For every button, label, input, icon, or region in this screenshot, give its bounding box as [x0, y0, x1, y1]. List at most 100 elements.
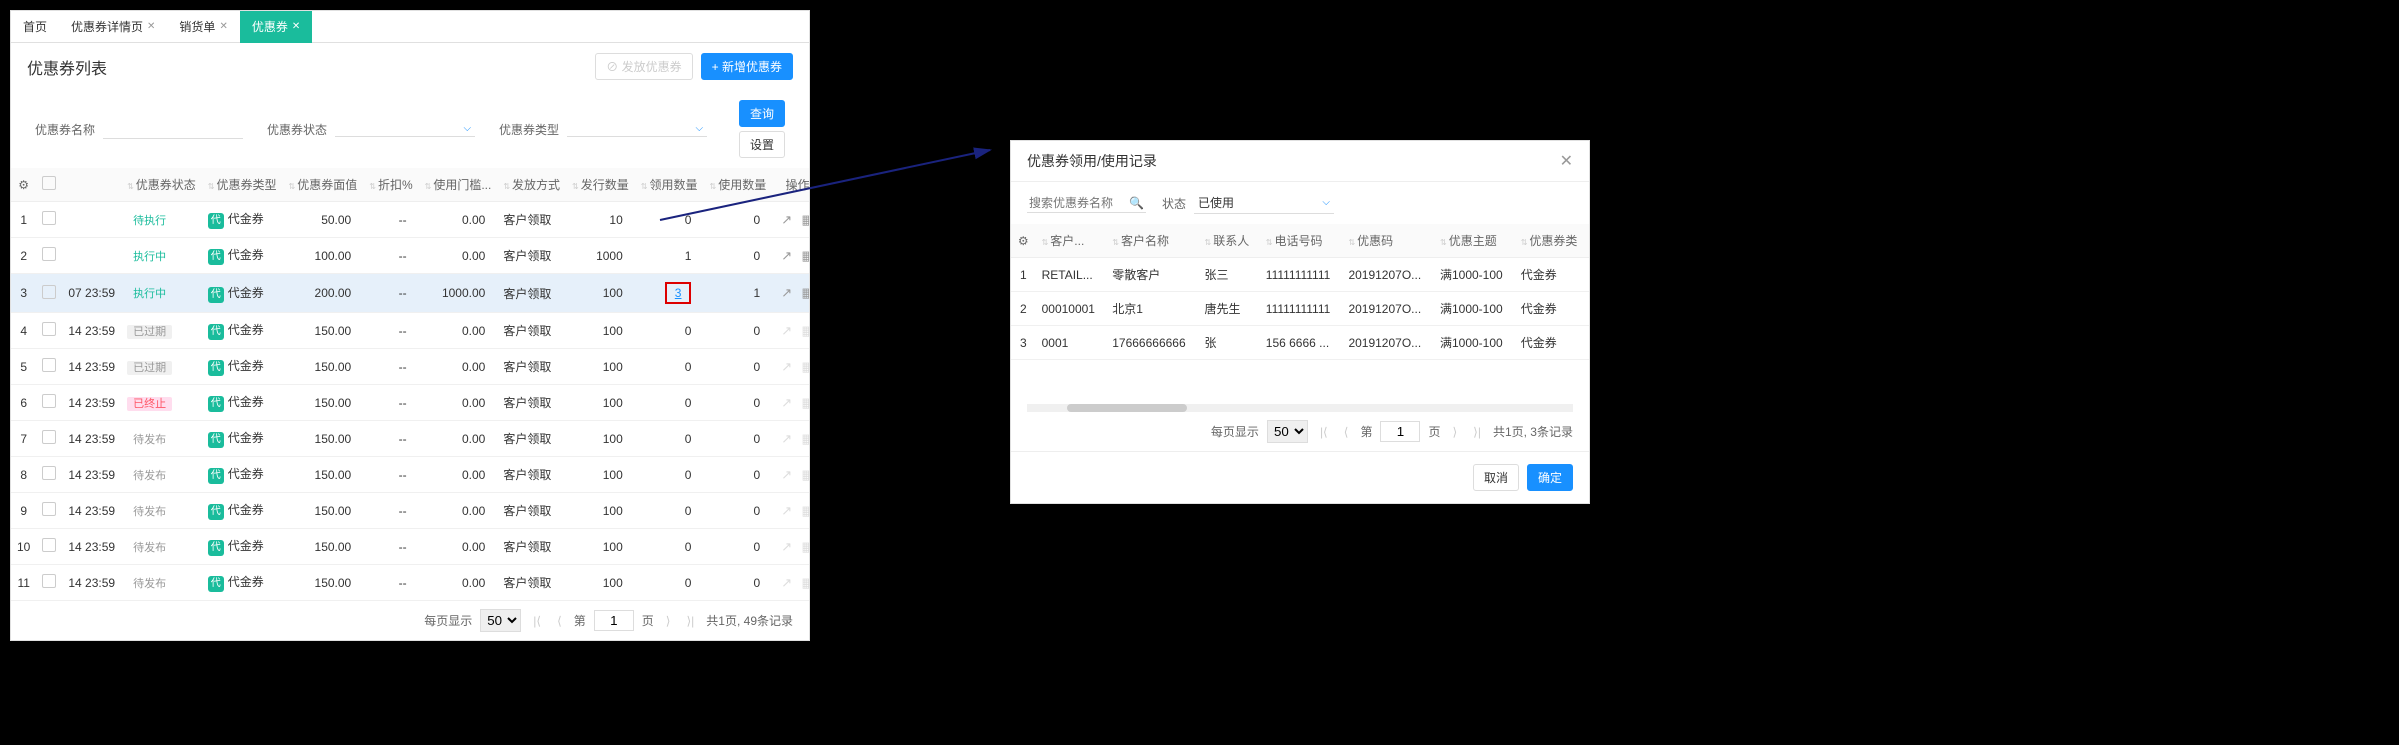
first-page-icon[interactable]: |⟨: [529, 614, 545, 628]
qr-icon[interactable]: ▦: [801, 503, 809, 518]
col-type[interactable]: ⇅优惠券类型: [202, 168, 283, 202]
page-input[interactable]: [594, 610, 634, 631]
tab[interactable]: 销货单✕: [167, 11, 239, 43]
share-icon[interactable]: ↗: [781, 212, 792, 227]
col-subject[interactable]: ⇅优惠主题: [1434, 224, 1515, 258]
qr-icon[interactable]: ▦: [801, 431, 809, 446]
table-row[interactable]: 5 14 23:59 已过期 代代金券 150.00 -- 0.00 客户领取 …: [11, 349, 809, 385]
issue-coupon-button[interactable]: ⊘ 发放优惠券: [595, 53, 692, 80]
col-method[interactable]: ⇅发放方式: [497, 168, 566, 202]
add-coupon-button[interactable]: + 新增优惠券: [701, 53, 793, 80]
table-row[interactable]: 9 14 23:59 待发布 代代金券 150.00 -- 0.00 客户领取 …: [11, 493, 809, 529]
qr-icon[interactable]: ▦: [801, 539, 809, 554]
table-row[interactable]: 3 0001 17666666666 张 156 6666 ... 201912…: [1011, 326, 1589, 360]
filter-status-select[interactable]: ⌵: [335, 121, 475, 137]
prev-page-icon[interactable]: ⟨: [1340, 425, 1353, 439]
gear-icon[interactable]: ⚙: [1011, 224, 1036, 258]
col-issued[interactable]: ⇅发行数量: [566, 168, 635, 202]
modal-status-select[interactable]: 已使用⌵: [1194, 192, 1334, 214]
filter-type-select[interactable]: ⌵: [567, 121, 707, 137]
modal-per-page-select[interactable]: 50: [1267, 420, 1308, 443]
row-checkbox: [42, 502, 56, 516]
table-row[interactable]: 6 14 23:59 已终止 代代金券 150.00 -- 0.00 客户领取 …: [11, 385, 809, 421]
last-page-icon[interactable]: ⟩|: [1469, 425, 1485, 439]
table-row[interactable]: 4 14 23:59 已过期 代代金券 150.00 -- 0.00 客户领取 …: [11, 313, 809, 349]
close-icon[interactable]: ✕: [147, 21, 155, 32]
claimed-link[interactable]: 3: [675, 286, 682, 300]
share-icon[interactable]: ↗: [781, 575, 792, 590]
share-icon[interactable]: ↗: [781, 539, 792, 554]
prev-page-icon[interactable]: ⟨: [553, 614, 566, 628]
gear-icon[interactable]: ⚙: [11, 168, 36, 202]
col-code[interactable]: ⇅优惠码: [1342, 224, 1434, 258]
settings-button[interactable]: 设置: [739, 131, 785, 158]
row-checkbox: [42, 211, 56, 225]
table-row[interactable]: 7 14 23:59 待发布 代代金券 150.00 -- 0.00 客户领取 …: [11, 421, 809, 457]
next-page-icon[interactable]: ⟩: [662, 614, 675, 628]
share-icon[interactable]: ↗: [781, 359, 792, 374]
table-row[interactable]: 8 14 23:59 待发布 代代金券 150.00 -- 0.00 客户领取 …: [11, 457, 809, 493]
col-phone[interactable]: ⇅电话号码: [1260, 224, 1343, 258]
col-contact[interactable]: ⇅联系人: [1199, 224, 1260, 258]
col-cust-name[interactable]: ⇅客户名称: [1106, 224, 1198, 258]
share-icon[interactable]: ↗: [781, 285, 792, 300]
table-row[interactable]: 1 待执行 代代金券 50.00 -- 0.00 客户领取 10 0 0 ↗ ▦: [11, 202, 809, 238]
search-icon[interactable]: 🔍: [1129, 196, 1144, 210]
qr-icon[interactable]: ▦: [801, 323, 809, 338]
table-row[interactable]: 2 00010001 北京1 唐先生 11111111111 20191207O…: [1011, 292, 1589, 326]
modal-page-input[interactable]: [1380, 421, 1420, 442]
page-header: 优惠券列表 ⊘ 发放优惠券 + 新增优惠券: [11, 43, 809, 90]
share-icon[interactable]: ↗: [781, 431, 792, 446]
last-page-icon[interactable]: ⟩|: [682, 614, 698, 628]
share-icon[interactable]: ↗: [781, 503, 792, 518]
qr-icon[interactable]: ▦: [801, 467, 809, 482]
col-discount[interactable]: ⇅折扣%: [363, 168, 418, 202]
col-used[interactable]: ⇅使用数量: [703, 168, 772, 202]
page-title: 优惠券列表: [27, 55, 107, 79]
per-page-select[interactable]: 50: [480, 609, 521, 632]
share-icon[interactable]: ↗: [781, 323, 792, 338]
close-icon[interactable]: ✕: [292, 21, 300, 32]
share-icon[interactable]: ↗: [781, 467, 792, 482]
qr-icon[interactable]: ▦: [801, 359, 809, 374]
filter-name-input[interactable]: [103, 120, 243, 139]
table-row[interactable]: 10 14 23:59 待发布 代代金券 150.00 -- 0.00 客户领取…: [11, 529, 809, 565]
qr-icon[interactable]: ▦: [801, 285, 809, 300]
col-type[interactable]: ⇅优惠券类: [1515, 224, 1589, 258]
table-row[interactable]: 1 RETAIL... 零散客户 张三 11111111111 20191207…: [1011, 258, 1589, 292]
checkbox-all[interactable]: [36, 168, 62, 202]
table-row[interactable]: 2 执行中 代代金券 100.00 -- 0.00 客户领取 1000 1 0 …: [11, 238, 809, 274]
col-claimed[interactable]: ⇅领用数量: [635, 168, 704, 202]
qr-icon[interactable]: ▦: [801, 248, 809, 263]
next-page-icon[interactable]: ⟩: [1448, 425, 1461, 439]
cancel-button[interactable]: 取消: [1473, 464, 1519, 491]
col-cust-no[interactable]: ⇅客户...: [1036, 224, 1107, 258]
close-icon[interactable]: ✕: [1560, 151, 1573, 171]
col-threshold[interactable]: ⇅使用门槛...: [419, 168, 498, 202]
search-button[interactable]: 查询: [739, 100, 785, 127]
filter-type-label: 优惠券类型: [499, 121, 559, 138]
qr-icon[interactable]: ▦: [801, 212, 809, 227]
tab[interactable]: 优惠券✕: [240, 11, 312, 43]
table-row[interactable]: 11 14 23:59 待发布 代代金券 150.00 -- 0.00 客户领取…: [11, 565, 809, 601]
col-time[interactable]: [62, 168, 121, 202]
row-checkbox: [42, 394, 56, 408]
row-checkbox: [42, 358, 56, 372]
tab[interactable]: 首页: [11, 11, 59, 43]
table-row[interactable]: 3 07 23:59 执行中 代代金券 200.00 -- 1000.00 客户…: [11, 274, 809, 313]
qr-icon[interactable]: ▦: [801, 575, 809, 590]
qr-icon[interactable]: ▦: [801, 395, 809, 410]
first-page-icon[interactable]: |⟨: [1316, 425, 1332, 439]
share-icon[interactable]: ↗: [781, 395, 792, 410]
tab[interactable]: 优惠券详情页✕: [59, 11, 167, 43]
col-status[interactable]: ⇅优惠券状态: [121, 168, 202, 202]
share-icon[interactable]: ↗: [781, 248, 792, 263]
close-icon[interactable]: ✕: [219, 21, 227, 32]
horizontal-scrollbar[interactable]: [1027, 404, 1573, 412]
modal-search-input[interactable]: [1029, 196, 1129, 210]
chevron-down-icon: ⌵: [695, 123, 703, 134]
modal-search[interactable]: 🔍: [1027, 194, 1146, 213]
confirm-button[interactable]: 确定: [1527, 464, 1573, 491]
col-face[interactable]: ⇅优惠券面值: [283, 168, 364, 202]
pagination: 每页显示 50 |⟨ ⟨ 第 页 ⟩ ⟩| 共1页, 49条记录: [11, 601, 809, 640]
